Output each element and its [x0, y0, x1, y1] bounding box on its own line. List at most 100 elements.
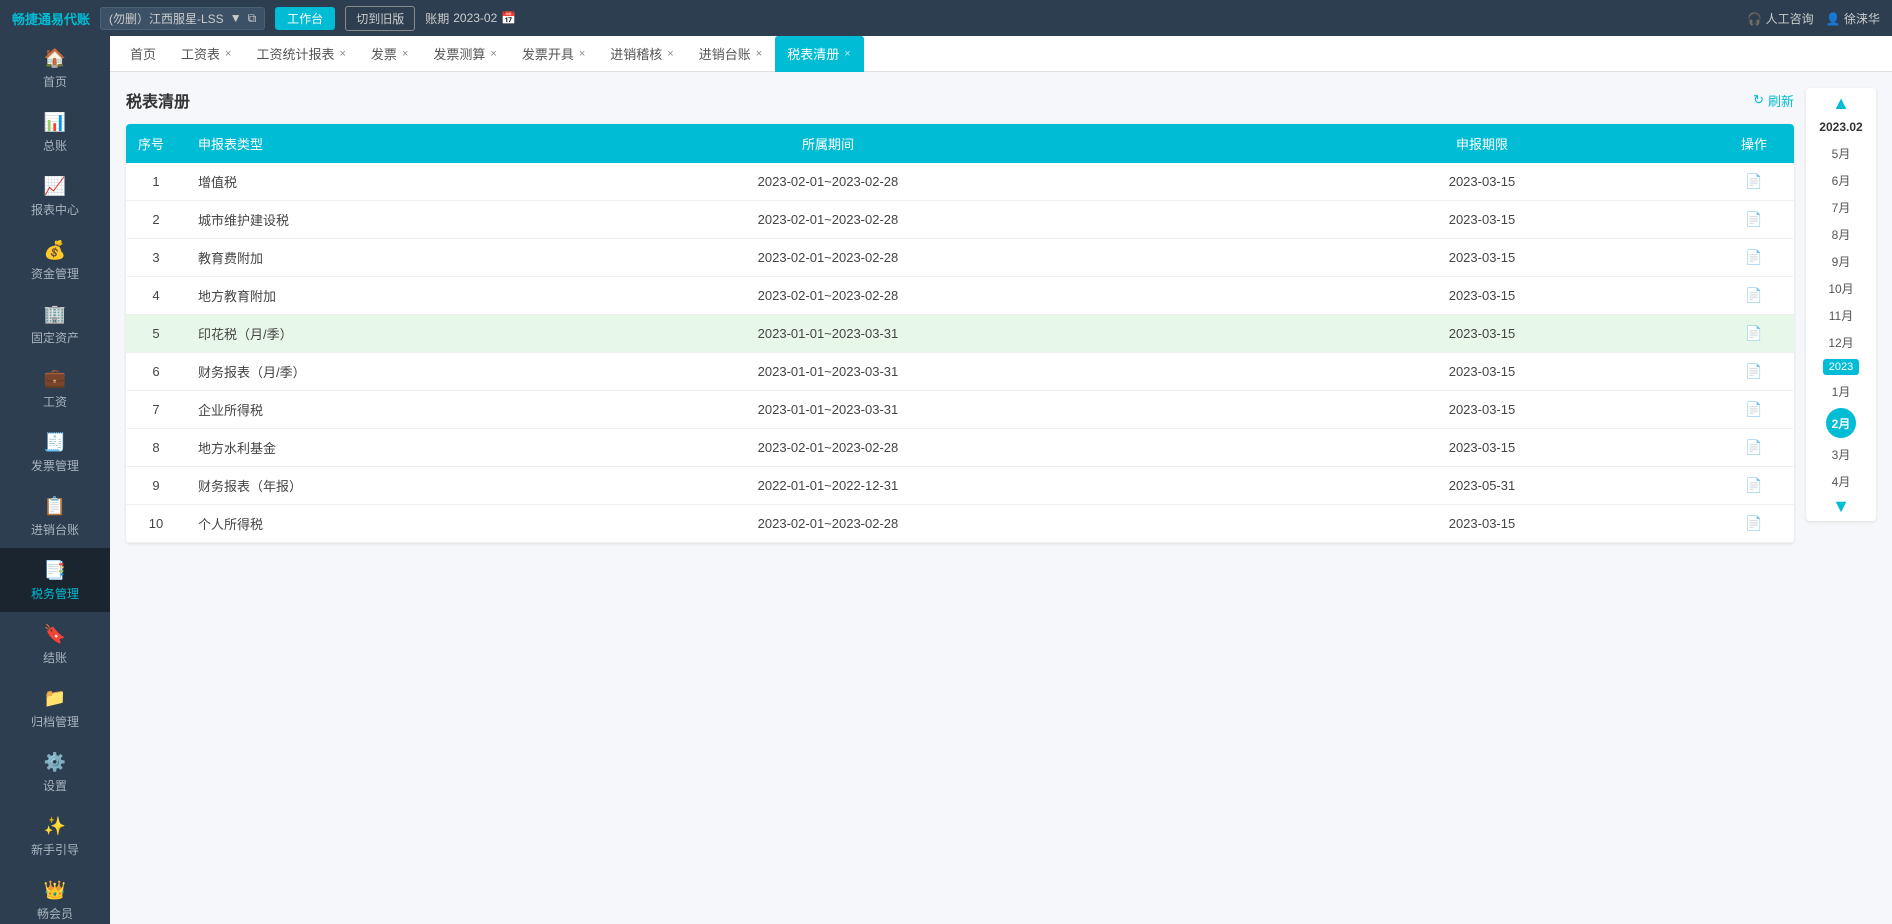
- month-3[interactable]: 3月: [1806, 441, 1876, 468]
- month-5[interactable]: 5月: [1806, 140, 1876, 167]
- tab-salary-table-close[interactable]: ×: [225, 48, 231, 60]
- period-up-btn[interactable]: ▲: [1830, 92, 1852, 114]
- period-down-btn[interactable]: ▼: [1830, 495, 1852, 517]
- action-icon-8[interactable]: 📄: [1745, 439, 1762, 455]
- cell-period: 2023-01-01~2023-03-31: [406, 391, 1250, 429]
- tax-table: 序号 申报表类型 所属期间 申报期限 操作 1 增值税 2023-02-01~2…: [126, 124, 1794, 543]
- tab-salary-table-label: 工资表: [181, 44, 220, 63]
- tab-purchase-check[interactable]: 进销稽核 ×: [598, 36, 686, 72]
- cell-action: 📄: [1714, 353, 1794, 391]
- tab-home[interactable]: 首页: [118, 36, 169, 72]
- action-icon-3[interactable]: 📄: [1745, 249, 1762, 265]
- tab-tax-clear[interactable]: 税表清册 ×: [775, 36, 863, 72]
- month-1[interactable]: 1月: [1806, 378, 1876, 405]
- month-10[interactable]: 10月: [1806, 275, 1876, 302]
- month-2-row: 2月: [1806, 405, 1876, 441]
- sidebar-item-settle[interactable]: 🔖 结账: [0, 612, 110, 676]
- main-layout: 🏠 首页 📊 总账 📈 报表中心 💰 资金管理 🏢 固定资产 💼 工资 🧾 发票…: [0, 36, 1892, 924]
- sidebar-item-assets[interactable]: 🏢 固定资产: [0, 292, 110, 356]
- action-icon-4[interactable]: 📄: [1745, 287, 1762, 303]
- action-icon-5[interactable]: 📄: [1745, 325, 1762, 341]
- month-8[interactable]: 8月: [1806, 221, 1876, 248]
- table-row: 5 印花税（月/季） 2023-01-01~2023-03-31 2023-03…: [126, 315, 1794, 353]
- top-bar: 畅捷通易代账 (勿删）江西服星-LSS ▼ ⧉ 工作台 切到旧版 账期 2023…: [0, 0, 1892, 36]
- table-row: 2 城市维护建设税 2023-02-01~2023-02-28 2023-03-…: [126, 201, 1794, 239]
- col-seq: 序号: [126, 124, 186, 163]
- action-icon-1[interactable]: 📄: [1745, 173, 1762, 189]
- month-4[interactable]: 4月: [1806, 468, 1876, 495]
- sidebar-item-purchase[interactable]: 📋 进销台账: [0, 484, 110, 548]
- cell-type: 印花税（月/季）: [186, 315, 406, 353]
- cell-action: 📄: [1714, 315, 1794, 353]
- cell-type: 地方教育附加: [186, 277, 406, 315]
- cell-type: 教育费附加: [186, 239, 406, 277]
- tab-salary-table[interactable]: 工资表 ×: [169, 36, 244, 72]
- sidebar-item-ledger[interactable]: 📊 总账: [0, 100, 110, 164]
- tab-tax-clear-close[interactable]: ×: [844, 48, 850, 60]
- tab-purchase-ledger[interactable]: 进销台账 ×: [687, 36, 775, 72]
- cell-type: 企业所得税: [186, 391, 406, 429]
- month-2-active[interactable]: 2月: [1826, 408, 1856, 438]
- content-area: 首页 工资表 × 工资统计报表 × 发票 × 发票测算 × 发票开具 ×: [110, 36, 1892, 924]
- tab-invoice-calc[interactable]: 发票测算 ×: [421, 36, 509, 72]
- table-row: 7 企业所得税 2023-01-01~2023-03-31 2023-03-15…: [126, 391, 1794, 429]
- old-btn[interactable]: 切到旧版: [345, 6, 415, 31]
- action-icon-10[interactable]: 📄: [1745, 515, 1762, 531]
- tab-purchase-check-close[interactable]: ×: [667, 48, 673, 60]
- tab-salary-report-close[interactable]: ×: [339, 48, 345, 60]
- tab-invoice[interactable]: 发票 ×: [359, 36, 421, 72]
- month-7[interactable]: 7月: [1806, 194, 1876, 221]
- month-9[interactable]: 9月: [1806, 248, 1876, 275]
- sidebar-label-tax: 税务管理: [31, 585, 79, 602]
- company-name: (勿删）江西服星-LSS: [109, 10, 224, 27]
- action-icon-2[interactable]: 📄: [1745, 211, 1762, 227]
- year-2023-label[interactable]: 2023: [1823, 359, 1859, 375]
- tab-invoice-open[interactable]: 发票开具 ×: [510, 36, 598, 72]
- work-btn[interactable]: 工作台: [275, 7, 335, 30]
- user-icon: 👤: [1826, 12, 1841, 26]
- sidebar-item-settings[interactable]: ⚙️ 设置: [0, 740, 110, 804]
- period-panel-header[interactable]: 2023.02: [1813, 114, 1868, 140]
- refresh-btn[interactable]: ↻ 刷新: [1753, 91, 1794, 110]
- sidebar-item-fund[interactable]: 💰 资金管理: [0, 228, 110, 292]
- tab-purchase-ledger-close[interactable]: ×: [756, 48, 762, 60]
- tab-invoice-calc-close[interactable]: ×: [490, 48, 496, 60]
- action-icon-9[interactable]: 📄: [1745, 477, 1762, 493]
- tab-invoice-close[interactable]: ×: [402, 48, 408, 60]
- sidebar-item-guide[interactable]: ✨ 新手引导: [0, 804, 110, 868]
- cell-seq: 9: [126, 467, 186, 505]
- month-6[interactable]: 6月: [1806, 167, 1876, 194]
- month-11[interactable]: 11月: [1806, 302, 1876, 329]
- app-logo: 畅捷通易代账: [12, 9, 90, 28]
- settings-icon: ⚙️: [44, 752, 66, 773]
- col-deadline: 申报期限: [1250, 124, 1714, 163]
- tab-purchase-check-label: 进销稽核: [610, 44, 662, 63]
- sidebar-item-vip[interactable]: 👑 畅会员: [0, 868, 110, 924]
- sidebar-item-invoice[interactable]: 🧾 发票管理: [0, 420, 110, 484]
- tab-invoice-open-close[interactable]: ×: [579, 48, 585, 60]
- company-selector[interactable]: (勿删）江西服星-LSS ▼ ⧉: [100, 7, 265, 30]
- help-btn[interactable]: 🎧 人工咨询: [1747, 10, 1813, 27]
- sidebar-item-salary[interactable]: 💼 工资: [0, 356, 110, 420]
- month-12[interactable]: 12月: [1806, 329, 1876, 356]
- tab-salary-report[interactable]: 工资统计报表 ×: [244, 36, 358, 72]
- action-icon-7[interactable]: 📄: [1745, 401, 1762, 417]
- sidebar-item-tax[interactable]: 📑 税务管理: [0, 548, 110, 612]
- table-row: 9 财务报表（年报） 2022-01-01~2022-12-31 2023-05…: [126, 467, 1794, 505]
- ledger-icon: 📊: [44, 112, 66, 133]
- sidebar-item-archive[interactable]: 📁 归档管理: [0, 676, 110, 740]
- sidebar-item-home[interactable]: 🏠 首页: [0, 36, 110, 100]
- period-display: 账期 2023-02 📅: [425, 10, 516, 27]
- action-icon-6[interactable]: 📄: [1745, 363, 1762, 379]
- user-menu[interactable]: 👤 徐涞华: [1826, 10, 1880, 27]
- cell-seq: 4: [126, 277, 186, 315]
- user-area: 🎧 人工咨询 👤 徐涞华: [1747, 10, 1880, 27]
- invoice-icon: 🧾: [44, 432, 66, 453]
- sidebar-label-vip: 畅会员: [37, 905, 73, 922]
- sidebar-item-report[interactable]: 📈 报表中心: [0, 164, 110, 228]
- tab-tax-clear-label: 税表清册: [787, 44, 839, 63]
- cell-seq: 10: [126, 505, 186, 543]
- salary-icon: 💼: [44, 368, 66, 389]
- sidebar-label-salary: 工资: [43, 393, 67, 410]
- cell-period: 2023-02-01~2023-02-28: [406, 239, 1250, 277]
